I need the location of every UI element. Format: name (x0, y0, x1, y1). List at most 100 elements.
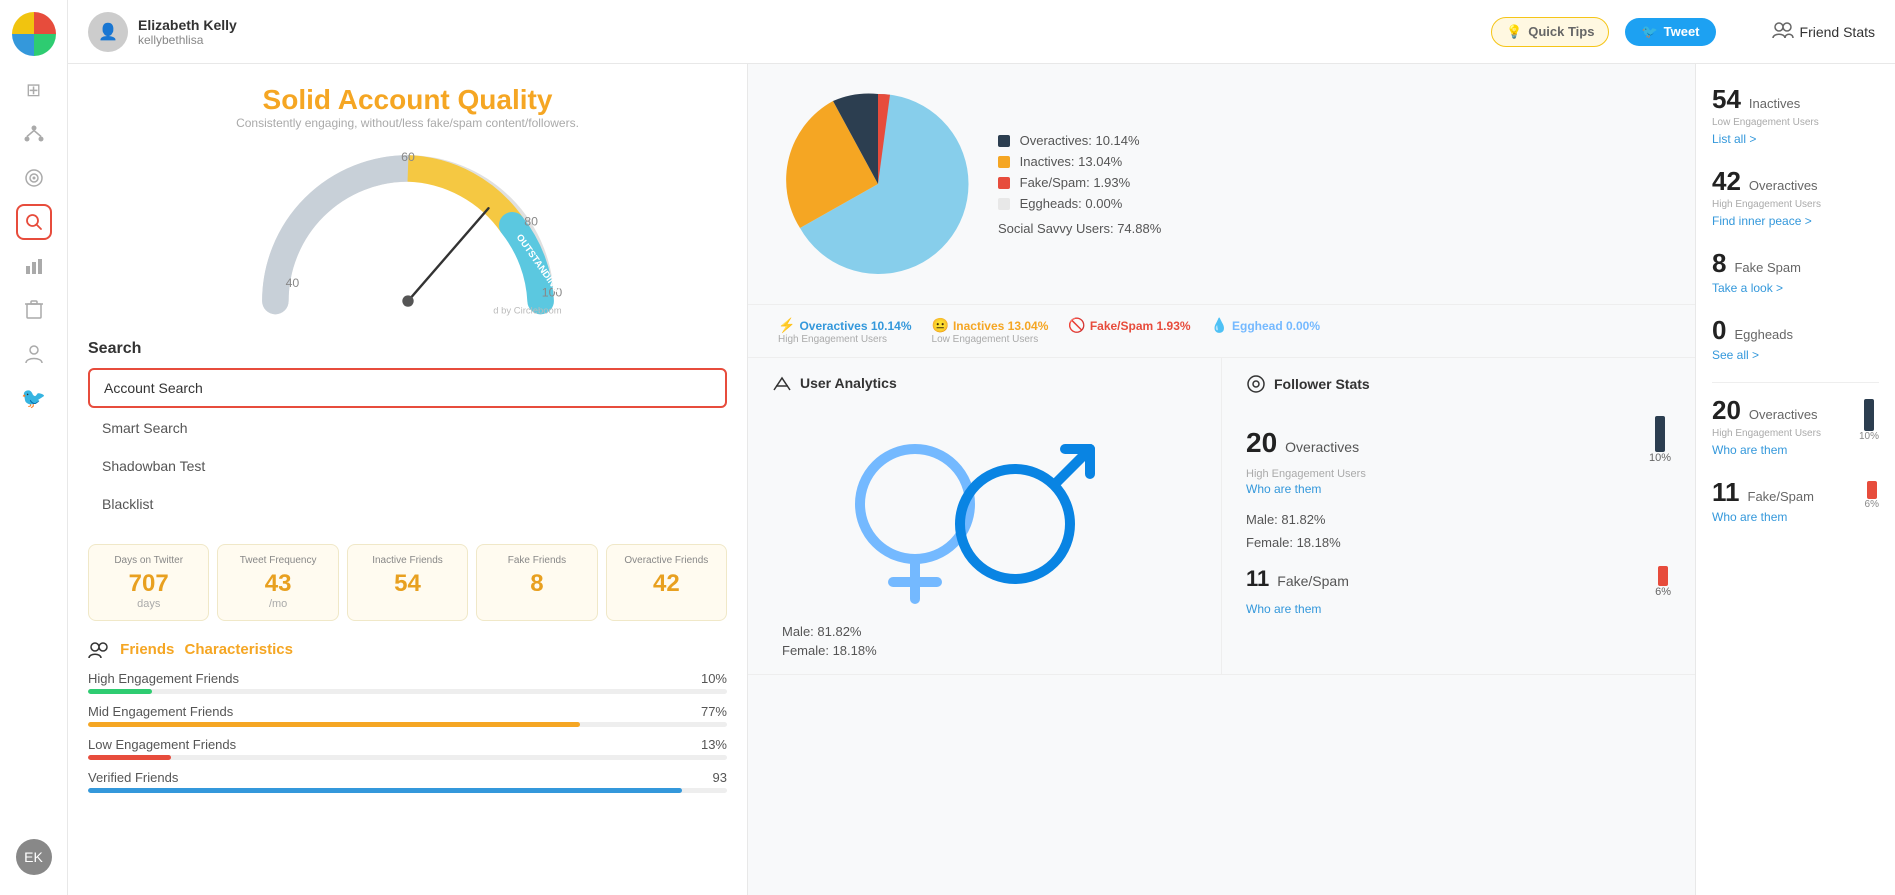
gauge-title-solid: Solid (263, 84, 331, 115)
stats-cards: Days on Twitter 707 days Tweet Frequency… (68, 534, 747, 631)
overactives-legend: Overactives: 10.14% (998, 133, 1665, 148)
inactives-badge-label: Inactives 13.04% (953, 319, 1048, 333)
follower-overactives-sub: High Engagement Users (1246, 468, 1671, 480)
sidebar: ⊞ 🐦 EK (0, 0, 68, 895)
male-pct-right: Male: 81.82% (1246, 512, 1671, 527)
blacklist-item[interactable]: Blacklist (88, 486, 727, 522)
svg-text:60: 60 (401, 150, 415, 164)
tweet-button[interactable]: 🐦 Tweet (1625, 18, 1715, 46)
rs-follower-fs-num: 11 (1712, 477, 1740, 508)
inactives-legend-text: Inactives: 13.04% (1020, 154, 1123, 169)
analytics-row: User Analytics (748, 358, 1695, 675)
friend-stats-label: Friend Stats (1800, 24, 1875, 40)
tweet-freq-value: 43 (226, 570, 329, 598)
network-icon[interactable] (16, 116, 52, 152)
gender-stats: Male: 81.82% Female: 18.18% (772, 624, 1197, 658)
friends-label: Friends (120, 641, 174, 658)
friends-section: Friends Characteristics High Engagement … (68, 631, 747, 813)
rs-eggheads-link[interactable]: See all > (1712, 348, 1879, 362)
fakespam-bar (1867, 481, 1877, 499)
gender-visual (772, 404, 1197, 624)
overactives-legend-text: Overactives: 10.14% (1020, 133, 1140, 148)
circle-target-icon[interactable] (16, 160, 52, 196)
content-area: Solid Account Quality Consistently engag… (68, 64, 1895, 895)
top-header: 👤 Elizabeth Kelly kellybethlisa 💡 Quick … (68, 0, 1895, 64)
follower-overactives-label: Overactives (1285, 439, 1359, 455)
follower-overactives-link[interactable]: Who are them (1246, 482, 1671, 496)
rs-follower-fs-link[interactable]: Who are them (1712, 510, 1814, 524)
rs-follower-fs-label: Fake/Spam (1748, 489, 1814, 504)
female-pct-label: Female: 18.18% (782, 643, 1187, 658)
rs-inactives-sub: Low Engagement Users (1712, 117, 1879, 128)
tweet-freq-unit: /mo (226, 598, 329, 610)
rs-eggheads-stat: 0 Eggheads See all > (1712, 315, 1879, 362)
eggheads-legend: Eggheads: 0.00% (998, 196, 1665, 211)
trash-icon[interactable] (16, 292, 52, 328)
category-badges: ⚡ Overactives 10.14% High Engagement Use… (748, 305, 1695, 358)
svg-text:80: 80 (524, 214, 538, 228)
gauge-visual: 40 60 80 100 SOLID OUTSTANDING d by Circ… (238, 140, 578, 320)
fakespam-bar-pct: 6% (1865, 499, 1879, 510)
lightbulb-icon: 💡 (1506, 24, 1522, 40)
user-avatar[interactable]: EK (16, 839, 52, 875)
rs-overactives-link[interactable]: Find inner peace > (1712, 214, 1879, 228)
inactives-badge: 😐 Inactives 13.04% Low Engagement Users (932, 317, 1049, 345)
friend-stats-link[interactable]: Friend Stats (1772, 21, 1875, 42)
quick-tips-button[interactable]: 💡 Quick Tips (1491, 17, 1609, 47)
rs-follower-ov-link[interactable]: Who are them (1712, 443, 1821, 457)
header-avatar: 👤 (88, 12, 128, 52)
high-engagement-row: High Engagement Friends10% (88, 671, 727, 694)
pie-legend: Overactives: 10.14% Inactives: 13.04% Fa… (998, 133, 1665, 211)
egghead-badge: 💧 Egghead 0.00% (1211, 317, 1320, 345)
rs-inactives-stat: 54 Inactives Low Engagement Users List a… (1712, 84, 1879, 146)
rs-eggheads-label: Eggheads (1734, 327, 1793, 342)
user-analytics-col: User Analytics (748, 358, 1221, 674)
rs-overactives-sub: High Engagement Users (1712, 199, 1879, 210)
header-user-name: Elizabeth Kelly (138, 17, 237, 33)
rs-inactives-link[interactable]: List all > (1712, 132, 1879, 146)
dashboard-icon[interactable]: ⊞ (16, 72, 52, 108)
smart-search-item[interactable]: Smart Search (88, 410, 727, 446)
egghead-badge-icon: 💧 (1211, 317, 1228, 334)
low-engagement-pct: 13% (701, 737, 727, 752)
twitter-bird-icon[interactable]: 🐦 (16, 380, 52, 416)
pie-section: Overactives: 10.14% Inactives: 13.04% Fa… (748, 64, 1695, 305)
app-logo (12, 12, 56, 56)
gauge-title: Solid Account Quality (98, 84, 717, 116)
svg-text:40: 40 (285, 276, 299, 290)
rs-fakespam-stat: 8 Fake Spam Take a look > (1712, 248, 1879, 295)
search-title: Search (88, 340, 727, 358)
person-icon[interactable] (16, 336, 52, 372)
follower-stats-content: 20 Overactives 10% High Engagement Users… (1246, 406, 1671, 626)
gauge-subtitle: Consistently engaging, without/less fake… (98, 116, 717, 130)
rs-fakespam-label: Fake Spam (1734, 260, 1800, 275)
inactives-badge-icon: 😐 (932, 317, 949, 334)
account-search-item[interactable]: Account Search (88, 368, 727, 408)
eggheads-legend-text: Eggheads: 0.00% (1020, 196, 1123, 211)
twitter-icon-small: 🐦 (1641, 24, 1657, 40)
overactives-badge: ⚡ Overactives 10.14% High Engagement Use… (778, 317, 912, 345)
bar-chart-icon[interactable] (16, 248, 52, 284)
shadowban-test-item[interactable]: Shadowban Test (88, 448, 727, 484)
follower-stats-heading: Follower Stats (1246, 374, 1671, 394)
gauge-section: Solid Account Quality Consistently engag… (68, 64, 747, 330)
rs-inactives-label: Inactives (1749, 96, 1800, 111)
inactive-value: 54 (356, 570, 459, 598)
left-panel: Solid Account Quality Consistently engag… (68, 64, 748, 895)
overactive-label: Overactive Friends (615, 555, 718, 566)
rs-fakespam-link[interactable]: Take a look > (1712, 281, 1879, 295)
right-panel: Overactives: 10.14% Inactives: 13.04% Fa… (748, 64, 1695, 895)
days-on-twitter-card: Days on Twitter 707 days (88, 544, 209, 621)
fake-label: Fake Friends (485, 555, 588, 566)
verified-value: 93 (713, 770, 727, 785)
search-icon[interactable] (16, 204, 52, 240)
overactive-friends-card: Overactive Friends 42 (606, 544, 727, 621)
rs-inactives-num: 54 (1712, 84, 1741, 115)
follower-fakespam-link[interactable]: Who are them (1246, 602, 1671, 616)
user-analytics-label: User Analytics (800, 375, 897, 391)
fakespam-badge: 🚫 Fake/Spam 1.93% (1068, 317, 1190, 345)
follower-fakespam-num: 11 (1246, 566, 1269, 592)
overactive-value: 42 (615, 570, 718, 598)
follower-stats-col: Follower Stats 20 Overactives 10% High (1221, 358, 1695, 674)
egghead-badge-label: Egghead 0.00% (1232, 319, 1320, 333)
